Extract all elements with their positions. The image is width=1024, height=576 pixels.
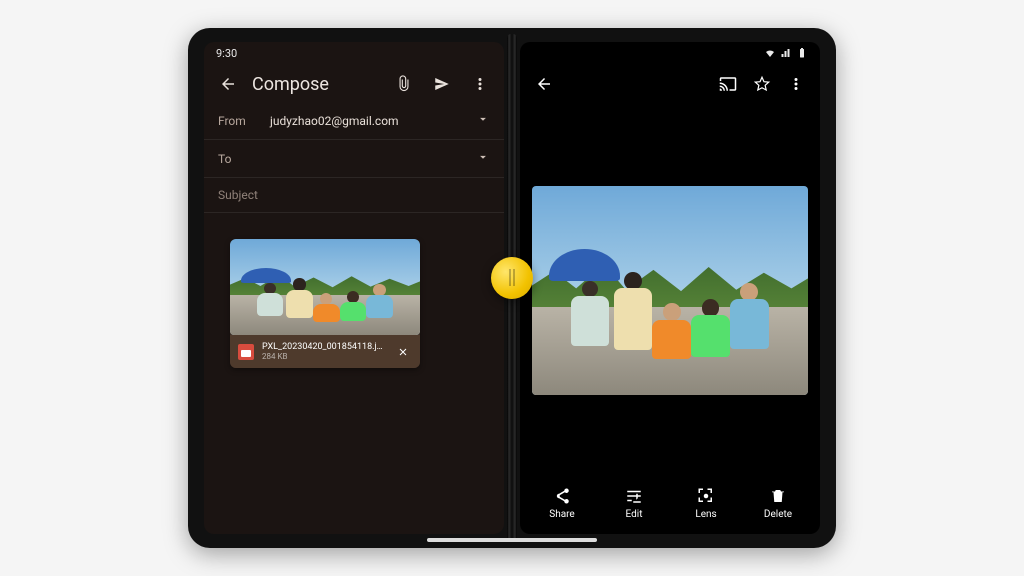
send-button[interactable] [428, 70, 456, 98]
photo-viewport[interactable] [520, 104, 820, 477]
send-icon [433, 75, 451, 93]
from-expand[interactable] [476, 112, 490, 129]
status-bar-left: 9:30 [204, 42, 504, 64]
compose-body[interactable]: PXL_20230420_001854118.jpeg 284 KB [204, 213, 504, 534]
to-expand[interactable] [476, 150, 490, 167]
from-value: judyzhao02@gmail.com [270, 114, 464, 128]
more-vert-icon [787, 75, 805, 93]
compose-toolbar: Compose [204, 64, 504, 102]
arrow-left-icon [219, 75, 237, 93]
subject-field[interactable]: Subject [204, 178, 504, 213]
more-vert-icon [471, 75, 489, 93]
delete-button[interactable]: Delete [750, 487, 806, 520]
share-icon [553, 487, 571, 505]
wifi-icon [764, 47, 776, 59]
attachment-filename: PXL_20230420_001854118.jpeg [262, 342, 386, 352]
trash-icon [769, 487, 787, 505]
cast-icon [719, 75, 737, 93]
to-field[interactable]: To [204, 140, 504, 178]
favorite-button[interactable] [748, 70, 776, 98]
left-screen-gmail: 9:30 Compose From judy [204, 42, 504, 534]
gesture-nav-bar[interactable] [427, 538, 597, 542]
lens-icon [697, 487, 715, 505]
tune-icon [625, 487, 643, 505]
photos-more-button[interactable] [782, 70, 810, 98]
compose-title: Compose [252, 74, 380, 95]
edit-button[interactable]: Edit [606, 487, 662, 520]
signal-icon [780, 47, 792, 59]
status-time: 9:30 [216, 47, 237, 60]
attach-button[interactable] [390, 70, 418, 98]
attachment-card[interactable]: PXL_20230420_001854118.jpeg 284 KB [230, 239, 420, 368]
attachment-thumbnail [230, 239, 420, 335]
share-label: Share [549, 509, 574, 520]
delete-label: Delete [764, 509, 792, 520]
back-button[interactable] [214, 70, 242, 98]
image-file-icon [238, 344, 254, 360]
edit-label: Edit [626, 509, 643, 520]
lens-button[interactable]: Lens [678, 487, 734, 520]
arrow-left-icon [535, 75, 553, 93]
photo-content [532, 186, 808, 395]
cast-button[interactable] [714, 70, 742, 98]
star-icon [753, 75, 771, 93]
subject-placeholder: Subject [218, 188, 490, 202]
from-label: From [218, 114, 258, 128]
lens-label: Lens [695, 509, 716, 520]
remove-attachment-button[interactable] [394, 343, 412, 361]
attachment-meta: PXL_20230420_001854118.jpeg 284 KB [230, 335, 420, 368]
chevron-down-icon [476, 150, 490, 164]
battery-icon [796, 47, 808, 59]
right-screen-photos: Share Edit Lens Delete [520, 42, 820, 534]
share-button[interactable]: Share [534, 487, 590, 520]
foldable-device: 9:30 Compose From judy [188, 28, 836, 548]
to-label: To [218, 152, 258, 166]
drag-and-drop-indicator[interactable] [491, 257, 533, 299]
photo-action-bar: Share Edit Lens Delete [520, 477, 820, 534]
photos-back-button[interactable] [530, 70, 558, 98]
compose-more-button[interactable] [466, 70, 494, 98]
photos-toolbar [520, 64, 820, 104]
status-bar-right [520, 42, 820, 64]
paperclip-icon [395, 75, 413, 93]
attachment-filesize: 284 KB [262, 352, 386, 361]
close-icon [397, 346, 409, 358]
from-field[interactable]: From judyzhao02@gmail.com [204, 102, 504, 140]
chevron-down-icon [476, 112, 490, 126]
